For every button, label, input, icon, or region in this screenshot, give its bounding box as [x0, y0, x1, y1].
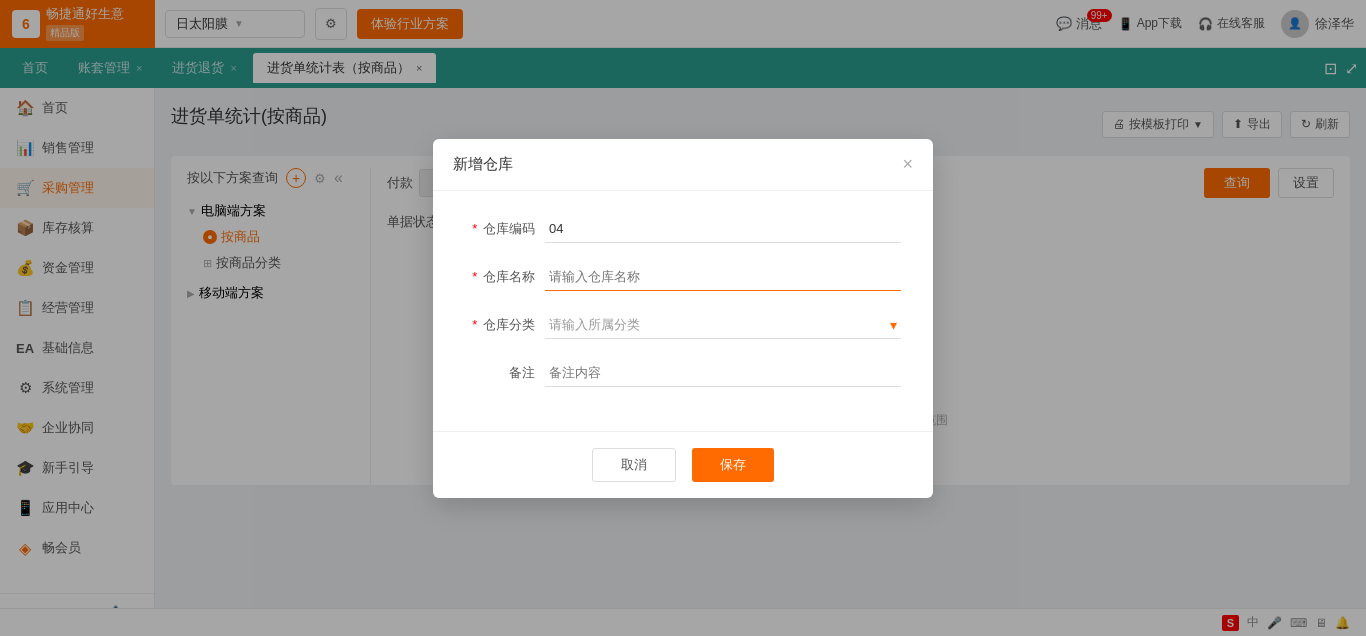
cancel-button[interactable]: 取消 [592, 448, 676, 482]
warehouse-code-input[interactable] [545, 215, 901, 243]
new-warehouse-dialog: 新增仓库 × * 仓库编码 * 仓库名称 [433, 139, 933, 498]
warehouse-category-row: * 仓库分类 请输入所属分类 ▾ [465, 311, 901, 339]
warehouse-name-label: * 仓库名称 [465, 268, 545, 286]
dialog-body: * 仓库编码 * 仓库名称 * 仓库分类 [433, 191, 933, 431]
warehouse-note-label: 备注 [465, 364, 545, 382]
warehouse-code-label: * 仓库编码 [465, 220, 545, 238]
dialog-title: 新增仓库 [453, 155, 513, 174]
warehouse-category-wrap: 请输入所属分类 ▾ [545, 311, 901, 339]
warehouse-code-row: * 仓库编码 [465, 215, 901, 243]
warehouse-category-label: * 仓库分类 [465, 316, 545, 334]
warehouse-note-input[interactable] [545, 359, 901, 387]
dialog-footer: 取消 保存 [433, 431, 933, 498]
warehouse-name-input[interactable] [545, 263, 901, 291]
warehouse-note-row: 备注 [465, 359, 901, 387]
modal-overlay: 新增仓库 × * 仓库编码 * 仓库名称 [0, 0, 1366, 636]
warehouse-category-select[interactable]: 请输入所属分类 [545, 311, 901, 339]
save-button[interactable]: 保存 [692, 448, 774, 482]
dialog-close-button[interactable]: × [902, 155, 913, 173]
required-star-category: * [472, 317, 477, 332]
dialog-header: 新增仓库 × [433, 139, 933, 191]
required-star-name: * [472, 269, 477, 284]
warehouse-name-row: * 仓库名称 [465, 263, 901, 291]
required-star-code: * [472, 221, 477, 236]
